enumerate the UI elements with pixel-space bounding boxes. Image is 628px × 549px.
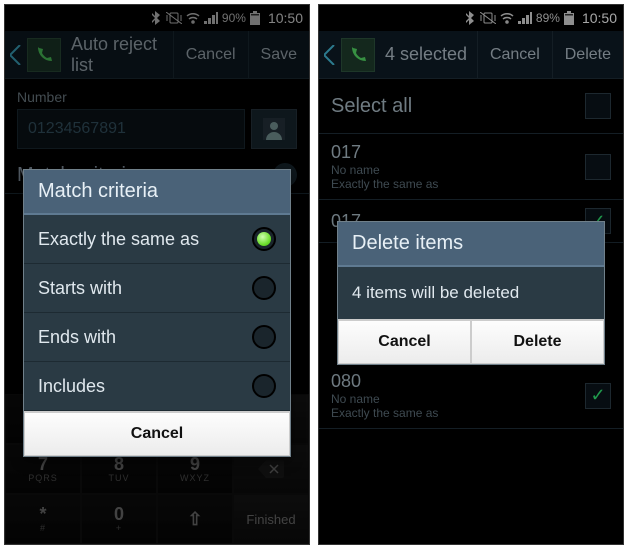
option-label: Exactly the same as xyxy=(38,229,199,250)
option-label: Starts with xyxy=(38,278,122,299)
option-starts-with[interactable]: Starts with xyxy=(24,264,290,313)
dialog-title: Match criteria xyxy=(24,170,290,215)
option-label: Ends with xyxy=(38,327,116,348)
option-ends-with[interactable]: Ends with xyxy=(24,313,290,362)
option-includes[interactable]: Includes xyxy=(24,362,290,411)
option-label: Includes xyxy=(38,376,105,397)
radio-icon xyxy=(252,325,276,349)
dialog-message: 4 items will be deleted xyxy=(338,267,604,319)
radio-icon xyxy=(252,276,276,300)
phone-left: 90% 10:50 Auto reject list Cancel Save N… xyxy=(4,4,310,545)
radio-checked-icon xyxy=(252,227,276,251)
phone-right: 89% 10:50 4 selected Cancel Delete Selec… xyxy=(318,4,624,545)
match-criteria-dialog: Match criteria Exactly the same as Start… xyxy=(23,169,291,457)
dialog-delete-button[interactable]: Delete xyxy=(471,320,604,364)
radio-icon xyxy=(252,374,276,398)
dialog-title: Delete items xyxy=(338,222,604,267)
delete-confirm-dialog: Delete items 4 items will be deleted Can… xyxy=(337,221,605,365)
dialog-cancel-button[interactable]: Cancel xyxy=(338,320,471,364)
option-exactly-same[interactable]: Exactly the same as xyxy=(24,215,290,264)
dialog-cancel-button[interactable]: Cancel xyxy=(24,412,290,456)
